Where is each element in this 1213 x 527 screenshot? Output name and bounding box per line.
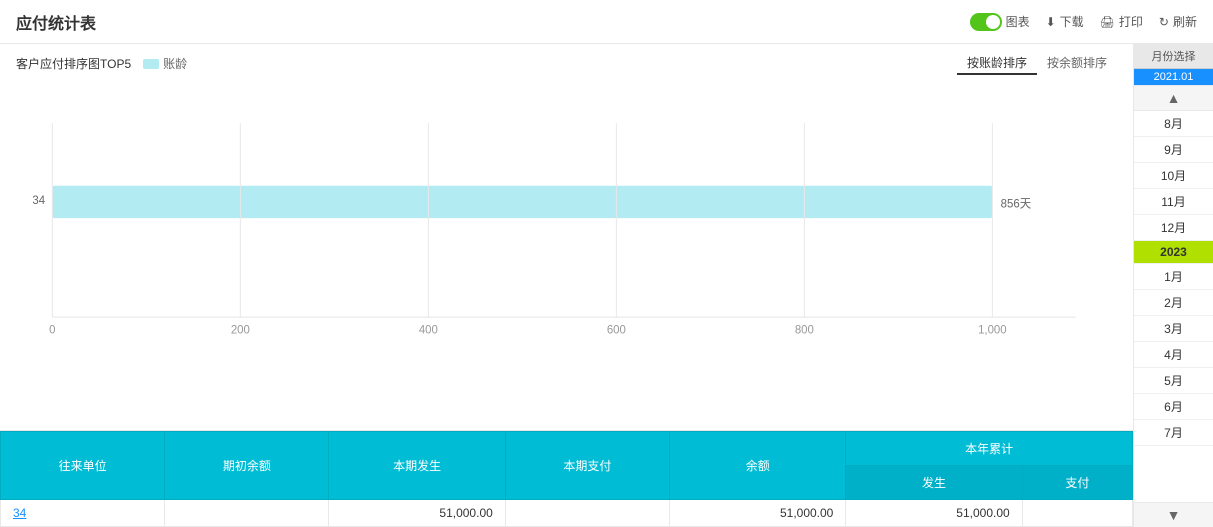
print-icon: 🖨	[1100, 15, 1115, 29]
svg-text:1,000: 1,000	[978, 323, 1007, 336]
sidebar-month-item[interactable]: 9月	[1134, 137, 1213, 163]
sidebar-month-item[interactable]: 1月	[1134, 264, 1213, 290]
sidebar-month-item[interactable]: 4月	[1134, 342, 1213, 368]
col-payment-header: 本期支付	[505, 432, 669, 500]
sidebar-month-item[interactable]: 8月	[1134, 111, 1213, 137]
col-ytd-occurrence-header: 发生	[846, 466, 1022, 500]
cell-ytd-occurrence: 51,000.00	[846, 500, 1022, 527]
sort-by-balance-button[interactable]: 按余额排序	[1037, 52, 1117, 75]
sidebar-month-item[interactable]: 12月	[1134, 215, 1213, 241]
chart-label: 图表	[1006, 13, 1030, 30]
download-button[interactable]: ⬇ 下载	[1046, 13, 1084, 30]
sidebar-month-item[interactable]: 7月	[1134, 420, 1213, 446]
col-ytd-header: 本年累计	[846, 432, 1133, 466]
cell-payment	[505, 500, 669, 527]
sidebar-scroll-up-button[interactable]: ▲	[1134, 85, 1213, 111]
right-sidebar: 月份选择 2021.01 ▲ 8月9月10月11月12月20231月2月3月4月…	[1133, 44, 1213, 527]
svg-text:34: 34	[32, 194, 45, 207]
toggle-switch-icon[interactable]	[970, 13, 1002, 31]
table-row: 34 51,000.00 51,000.00 51,000.00	[1, 500, 1133, 527]
sidebar-month-item[interactable]: 6月	[1134, 394, 1213, 420]
download-icon: ⬇	[1046, 15, 1056, 29]
main-area: 客户应付排序图TOP5 账龄 按账龄排序 按余额排序 34	[0, 44, 1213, 527]
refresh-label: 刷新	[1173, 13, 1197, 30]
bar-chart: 34 856天 0 200 400 600 800 1,000	[16, 91, 1117, 371]
cell-ytd-payment	[1022, 500, 1132, 527]
sidebar-year-marker: 2023	[1134, 241, 1213, 264]
chart-panel: 客户应付排序图TOP5 账龄 按账龄排序 按余额排序 34	[0, 44, 1133, 527]
cell-balance: 51,000.00	[670, 500, 846, 527]
chart-area: 34 856天 0 200 400 600 800 1,000	[0, 83, 1133, 430]
sidebar-current-year-label: 2021.01	[1134, 69, 1213, 85]
svg-text:856天: 856天	[1001, 197, 1032, 210]
sidebar-scroll-down-button[interactable]: ▼	[1134, 502, 1213, 527]
svg-text:600: 600	[607, 323, 627, 336]
stats-table: 往来单位 期初余额 本期发生 本期支付 余额 本年累计 发生 支付	[0, 431, 1133, 527]
unit-link[interactable]: 34	[13, 506, 26, 520]
svg-text:200: 200	[231, 323, 251, 336]
header: 应付统计表 图表 ⬇ 下载 🖨 打印 ↻ 刷新	[0, 0, 1213, 44]
header-actions: 图表 ⬇ 下载 🖨 打印 ↻ 刷新	[970, 13, 1197, 31]
chart-legend-title: 客户应付排序图TOP5	[16, 55, 131, 72]
sidebar-month-item[interactable]: 2月	[1134, 290, 1213, 316]
cell-opening	[165, 500, 329, 527]
refresh-button[interactable]: ↻ 刷新	[1159, 13, 1197, 30]
table-wrapper: 往来单位 期初余额 本期发生 本期支付 余额 本年累计 发生 支付	[0, 431, 1133, 527]
col-opening-header: 期初余额	[165, 432, 329, 500]
legend-color-age	[143, 59, 159, 69]
col-ytd-payment-header: 支付	[1022, 466, 1132, 500]
download-label: 下载	[1060, 13, 1084, 30]
svg-text:400: 400	[419, 323, 439, 336]
refresh-icon: ↻	[1159, 15, 1169, 29]
sidebar-months-list: 8月9月10月11月12月20231月2月3月4月5月6月7月	[1134, 111, 1213, 502]
page-title: 应付统计表	[16, 10, 96, 34]
print-button[interactable]: 🖨 打印	[1100, 13, 1143, 30]
chart-sort-buttons: 按账龄排序 按余额排序	[957, 52, 1117, 75]
sidebar-month-item[interactable]: 11月	[1134, 189, 1213, 215]
col-balance-header: 余额	[670, 432, 846, 500]
cell-unit: 34	[1, 500, 165, 527]
app-container: 应付统计表 图表 ⬇ 下载 🖨 打印 ↻ 刷新	[0, 0, 1213, 527]
sort-by-age-button[interactable]: 按账龄排序	[957, 52, 1037, 75]
table-area: 往来单位 期初余额 本期发生 本期支付 余额 本年累计 发生 支付	[0, 430, 1133, 527]
sidebar-month-item[interactable]: 3月	[1134, 316, 1213, 342]
chart-header: 客户应付排序图TOP5 账龄 按账龄排序 按余额排序	[0, 44, 1133, 83]
chart-toggle[interactable]: 图表	[970, 13, 1030, 31]
svg-text:0: 0	[49, 323, 56, 336]
sidebar-month-header: 月份选择	[1134, 44, 1213, 69]
col-occurrence-header: 本期发生	[329, 432, 505, 500]
print-label: 打印	[1119, 13, 1143, 30]
sidebar-month-item[interactable]: 5月	[1134, 368, 1213, 394]
sidebar-month-item[interactable]: 10月	[1134, 163, 1213, 189]
cell-occurrence: 51,000.00	[329, 500, 505, 527]
chart-legend: 客户应付排序图TOP5 账龄	[16, 55, 187, 72]
svg-text:800: 800	[795, 323, 815, 336]
legend-item-age: 账龄	[143, 55, 187, 72]
col-unit-header: 往来单位	[1, 432, 165, 500]
legend-age-label: 账龄	[163, 55, 187, 72]
